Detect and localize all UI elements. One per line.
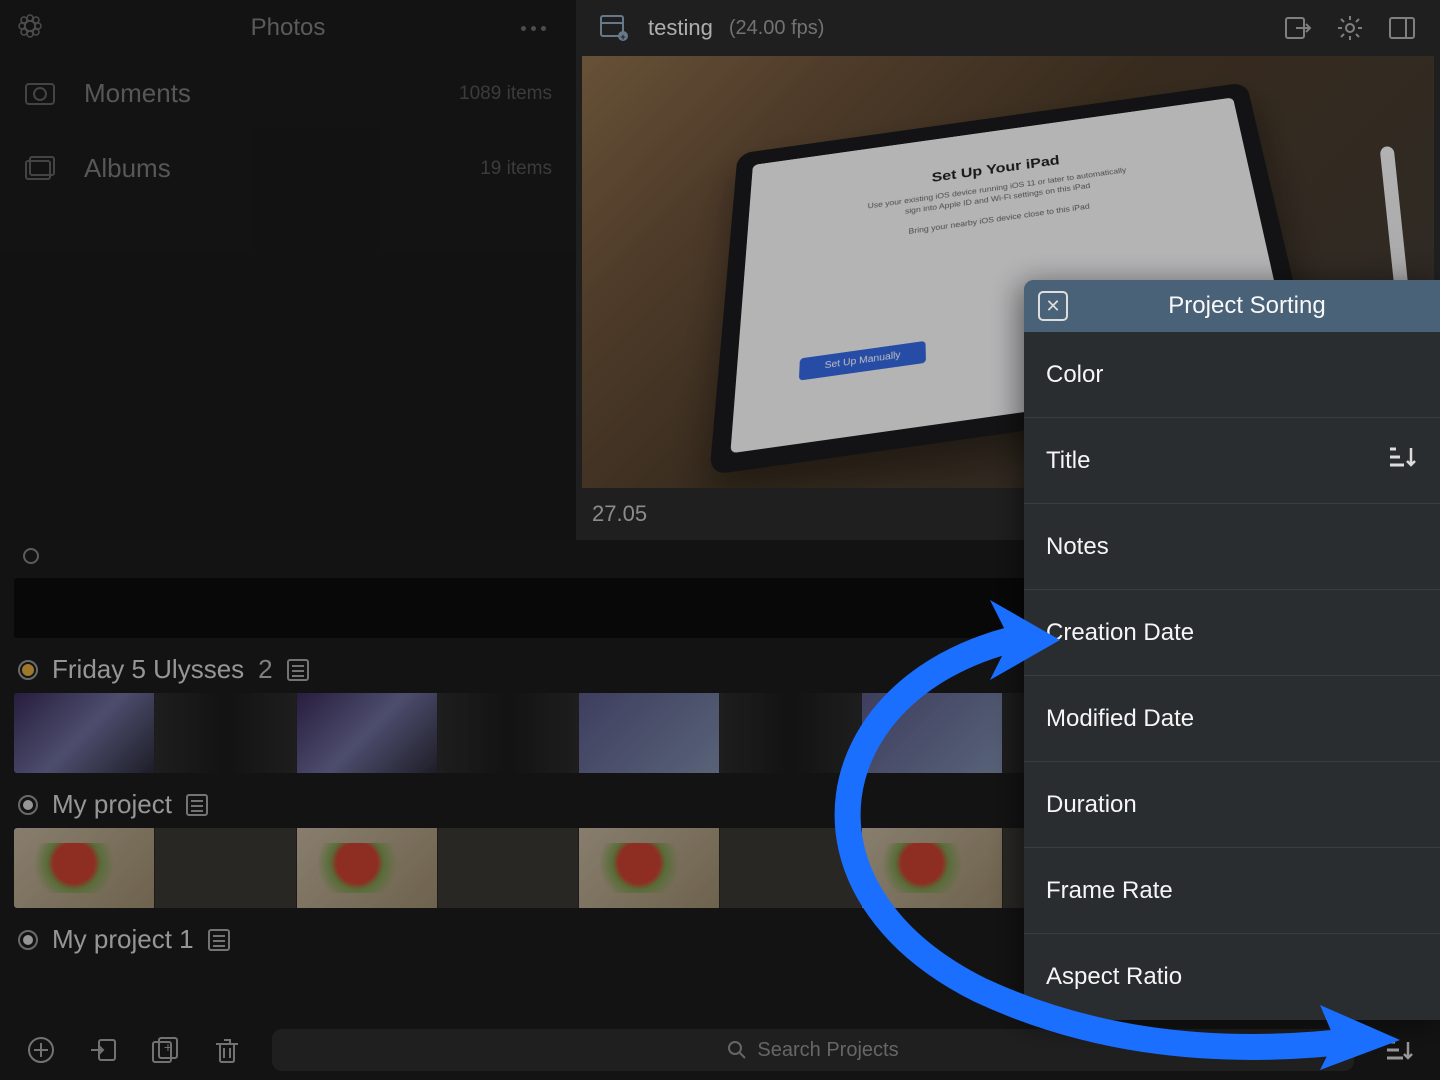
project-color-marker[interactable] <box>18 795 38 815</box>
trash-icon[interactable] <box>210 1033 244 1067</box>
sidebar-item-label: Albums <box>84 153 452 184</box>
more-options-icon[interactable] <box>521 26 546 31</box>
project-color-marker[interactable] <box>18 930 38 950</box>
sort-option-label: Creation Date <box>1046 619 1194 647</box>
sort-button[interactable] <box>1382 1033 1416 1067</box>
sidebar-header: Photos <box>0 0 576 56</box>
sidebar-item-label: Moments <box>84 78 431 109</box>
timecode: 27.05 <box>592 501 647 527</box>
sidebar-item-albums[interactable]: Albums 19 items <box>0 131 576 206</box>
project-color-marker[interactable] <box>18 660 38 680</box>
svg-text:+: + <box>164 1039 172 1055</box>
project-clip-count: 2 <box>258 654 272 685</box>
add-project-icon[interactable]: + <box>596 10 632 46</box>
photos-app-icon <box>16 12 44 45</box>
ipad-screen-text: Use your existing iOS device running iOS… <box>867 165 1131 242</box>
sidebar-title: Photos <box>251 14 326 42</box>
sort-option-color[interactable]: Color <box>1024 332 1440 418</box>
note-icon[interactable] <box>186 794 208 816</box>
sort-option-notes[interactable]: Notes <box>1024 504 1440 590</box>
search-projects-input[interactable]: Search Projects <box>272 1029 1354 1071</box>
search-icon <box>727 1040 747 1060</box>
sidebar-item-count: 19 items <box>480 158 552 180</box>
ipad-setup-button: Set Up Manually <box>799 341 925 381</box>
moments-icon <box>24 80 56 108</box>
search-placeholder: Search Projects <box>757 1039 898 1062</box>
import-icon[interactable] <box>86 1033 120 1067</box>
add-icon[interactable] <box>24 1033 58 1067</box>
photos-sidebar: Photos Moments 1089 items Albums 19 item… <box>0 0 576 540</box>
sort-option-frame-rate[interactable]: Frame Rate <box>1024 848 1440 934</box>
albums-icon <box>24 155 56 183</box>
project-title: testing <box>648 15 713 41</box>
note-icon[interactable] <box>208 929 230 951</box>
duplicate-icon[interactable]: + <box>148 1033 182 1067</box>
svg-text:+: + <box>620 32 625 42</box>
sort-option-duration[interactable]: Duration <box>1024 762 1440 848</box>
gear-icon[interactable] <box>1332 10 1368 46</box>
sort-option-label: Notes <box>1046 533 1109 561</box>
sort-option-modified-date[interactable]: Modified Date <box>1024 676 1440 762</box>
sidebar-item-count: 1089 items <box>459 83 552 105</box>
layout-icon[interactable] <box>1384 10 1420 46</box>
close-icon[interactable]: ✕ <box>1038 291 1068 321</box>
sort-option-creation-date[interactable]: Creation Date <box>1024 590 1440 676</box>
sort-option-aspect-ratio[interactable]: Aspect Ratio <box>1024 934 1440 1020</box>
popover-header: ✕ Project Sorting <box>1024 280 1440 332</box>
sort-option-label: Modified Date <box>1046 705 1194 733</box>
project-name: My project 1 <box>52 924 194 955</box>
export-icon[interactable] <box>1280 10 1316 46</box>
sidebar-item-moments[interactable]: Moments 1089 items <box>0 56 576 131</box>
project-fps: (24.00 fps) <box>729 17 825 40</box>
project-name: Friday 5 Ulysses <box>52 654 244 685</box>
note-icon[interactable] <box>287 659 309 681</box>
sort-option-label: Frame Rate <box>1046 877 1173 905</box>
project-sorting-popover: ✕ Project Sorting Color Title Notes Crea… <box>1024 280 1440 1020</box>
sort-option-label: Title <box>1046 447 1090 475</box>
sort-option-label: Aspect Ratio <box>1046 963 1182 991</box>
sort-option-label: Color <box>1046 361 1103 389</box>
popover-title: Project Sorting <box>1168 292 1325 320</box>
preview-header: + testing (24.00 fps) <box>576 0 1440 56</box>
sort-option-label: Duration <box>1046 791 1137 819</box>
sort-option-title[interactable]: Title <box>1024 418 1440 504</box>
sort-direction-icon <box>1388 445 1418 476</box>
project-name: My project <box>52 789 172 820</box>
bottom-toolbar: + Search Projects <box>0 1020 1440 1080</box>
